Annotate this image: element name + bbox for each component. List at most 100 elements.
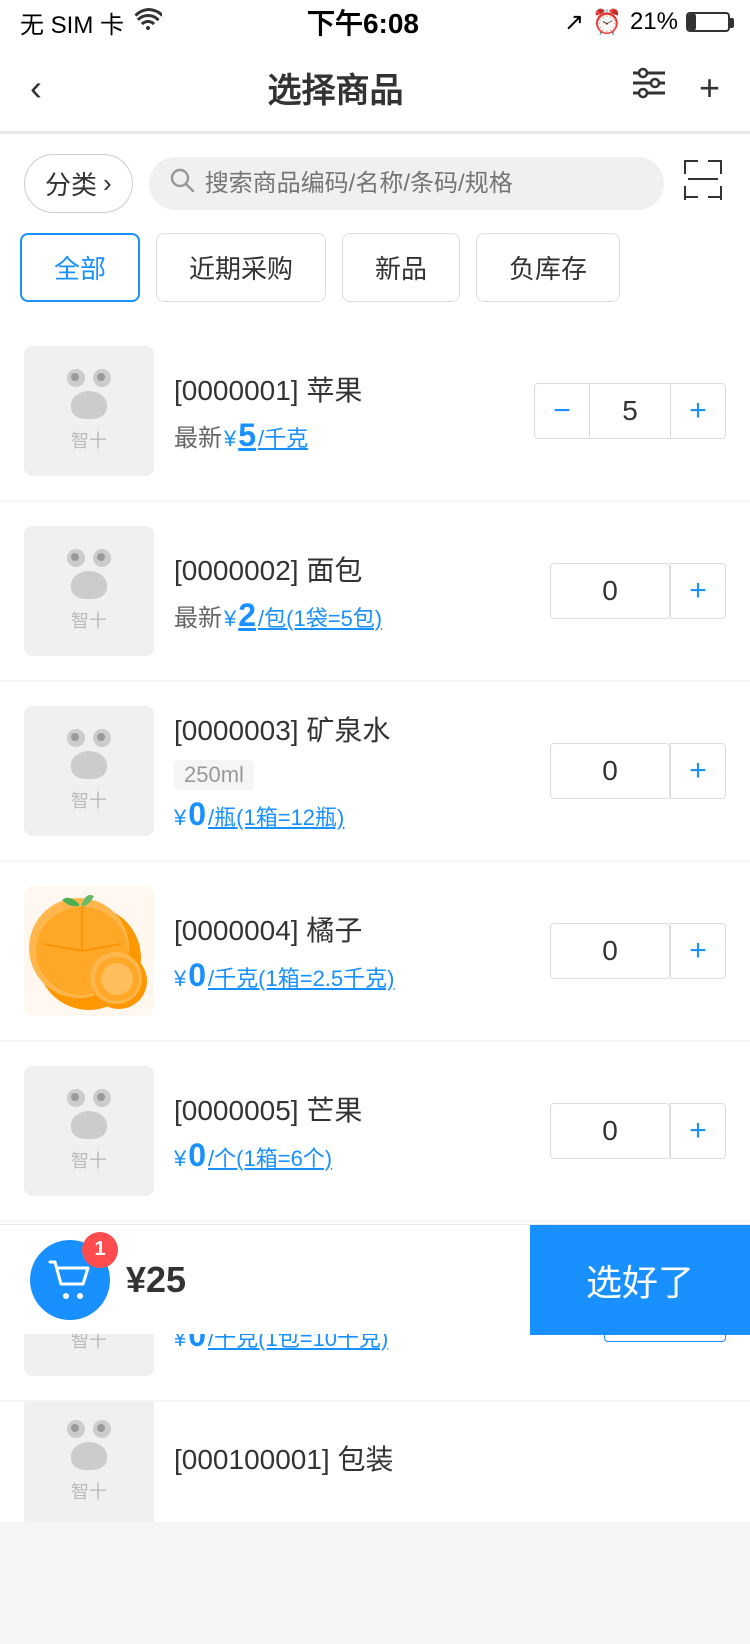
placeholder-logo: 智十 [67, 1089, 111, 1173]
price-amount: 2 [238, 597, 256, 634]
product-info: [000100001] 包装 [174, 1438, 726, 1486]
product-name: [000100001] 包装 [174, 1438, 726, 1478]
list-item: 智十 [0000001] 苹果 最新 ¥ 5 /千克 − + [0, 322, 750, 500]
price-unit: /千克 [258, 421, 308, 453]
status-time: 下午6:08 [307, 2, 419, 42]
nav-actions: + [629, 65, 720, 110]
price-amount: 5 [238, 417, 256, 454]
cart-section: 1 ¥25 [0, 1240, 530, 1320]
location-icon: ↗ [564, 8, 584, 37]
quantity-control: + [550, 923, 726, 979]
placeholder-logo: 智十 [67, 1420, 111, 1504]
filter-icon[interactable] [629, 65, 669, 110]
currency-symbol: ¥ [224, 606, 236, 632]
quantity-input[interactable] [550, 1103, 670, 1159]
list-item: 智十 [0000005] 芒果 ¥ 0 /个(1箱=6个) + [0, 1042, 750, 1220]
category-button[interactable]: 分类 › [24, 154, 133, 213]
search-input[interactable] [205, 170, 644, 198]
add-icon[interactable]: + [699, 67, 720, 109]
price-unit: /千克(1箱=2.5千克) [208, 961, 394, 993]
product-name: [0000001] 苹果 [174, 369, 514, 409]
product-image [24, 886, 154, 1016]
product-name: [0000002] 面包 [174, 549, 530, 589]
confirm-button[interactable]: 选好了 [530, 1225, 750, 1335]
quantity-control: + [550, 563, 726, 619]
list-item: 智十 [0000003] 矿泉水 250ml ¥ 0 /瓶(1箱=12瓶) + [0, 682, 750, 860]
price-line: ¥ 0 /个(1箱=6个) [174, 1137, 530, 1174]
placeholder-logo: 智十 [67, 369, 111, 453]
plus-button[interactable]: + [670, 743, 726, 799]
product-name: [0000005] 芒果 [174, 1089, 530, 1129]
placeholder-logo: 智十 [67, 729, 111, 813]
price-latest-label: 最新 [174, 418, 222, 453]
product-spec: 250ml [174, 760, 254, 790]
cart-total: ¥25 [126, 1259, 186, 1301]
quantity-control: − + [534, 383, 726, 439]
price-amount: 0 [188, 1137, 206, 1174]
carrier-text: 无 SIM 卡 [20, 5, 124, 40]
product-info: [0000005] 芒果 ¥ 0 /个(1箱=6个) [174, 1089, 530, 1174]
search-icon [169, 167, 195, 200]
plus-button[interactable]: + [670, 563, 726, 619]
list-item: [0000004] 橘子 ¥ 0 /千克(1箱=2.5千克) + [0, 862, 750, 1040]
currency-symbol: ¥ [174, 1146, 186, 1172]
tab-negative[interactable]: 负库存 [476, 233, 620, 302]
price-line: 最新 ¥ 5 /千克 [174, 417, 514, 454]
product-name: [0000003] 矿泉水 [174, 709, 530, 749]
currency-symbol: ¥ [224, 426, 236, 452]
product-info: [0000002] 面包 最新 ¥ 2 /包(1袋=5包) [174, 549, 530, 634]
price-line: ¥ 0 /千克(1箱=2.5千克) [174, 957, 530, 994]
filter-bar: 分类 › [0, 134, 750, 233]
quantity-input[interactable] [550, 923, 670, 979]
quantity-control: + [550, 743, 726, 799]
battery-bar [686, 12, 730, 32]
status-bar: 无 SIM 卡 下午6:08 ↗ ⏰ 21% [0, 0, 750, 44]
product-image: 智十 [24, 1066, 154, 1196]
alarm-icon: ⏰ [592, 8, 622, 37]
status-right: ↗ ⏰ 21% [564, 8, 730, 37]
price-line: 最新 ¥ 2 /包(1袋=5包) [174, 597, 530, 634]
battery-text: 21% [630, 8, 678, 36]
back-button[interactable]: ‹ [30, 67, 42, 109]
plus-button[interactable]: + [670, 383, 726, 439]
quantity-control: + [550, 1103, 726, 1159]
product-image: 智十 [24, 1402, 154, 1522]
product-image: 智十 [24, 346, 154, 476]
quantity-input[interactable] [590, 383, 670, 439]
product-list: 智十 [0000001] 苹果 最新 ¥ 5 /千克 − + 智十 [0, 322, 750, 1644]
price-unit: /瓶(1箱=12瓶) [208, 800, 344, 832]
scan-icon[interactable] [680, 156, 726, 211]
tab-new[interactable]: 新品 [342, 233, 460, 302]
tab-recent[interactable]: 近期采购 [156, 233, 326, 302]
price-latest-label: 最新 [174, 598, 222, 633]
price-amount: 0 [188, 796, 206, 833]
minus-button[interactable]: − [534, 383, 590, 439]
quantity-input[interactable] [550, 743, 670, 799]
wifi-icon [134, 8, 162, 37]
cart-button[interactable]: 1 [30, 1240, 110, 1320]
price-unit: /包(1袋=5包) [258, 601, 382, 633]
product-info: [0000003] 矿泉水 250ml ¥ 0 /瓶(1箱=12瓶) [174, 709, 530, 833]
currency-symbol: ¥ [174, 805, 186, 831]
product-name: [0000004] 橘子 [174, 909, 530, 949]
chevron-right-icon: › [103, 168, 112, 199]
product-info: [0000004] 橘子 ¥ 0 /千克(1箱=2.5千克) [174, 909, 530, 994]
quantity-input[interactable] [550, 563, 670, 619]
cart-badge: 1 [82, 1232, 118, 1268]
plus-button[interactable]: + [670, 923, 726, 979]
plus-button[interactable]: + [670, 1103, 726, 1159]
currency-symbol: ¥ [174, 966, 186, 992]
product-image: 智十 [24, 526, 154, 656]
price-unit: /个(1箱=6个) [208, 1141, 332, 1173]
placeholder-logo: 智十 [67, 549, 111, 633]
price-amount: 0 [188, 957, 206, 994]
list-item: 智十 [000100001] 包装 [0, 1402, 750, 1522]
tab-all[interactable]: 全部 [20, 233, 140, 302]
category-label: 分类 [45, 165, 97, 202]
nav-bar: ‹ 选择商品 + [0, 44, 750, 132]
tab-bar: 全部 近期采购 新品 负库存 [0, 233, 750, 322]
price-line: ¥ 0 /瓶(1箱=12瓶) [174, 796, 530, 833]
list-item: 智十 [0000002] 面包 最新 ¥ 2 /包(1袋=5包) + [0, 502, 750, 680]
search-box [149, 157, 664, 210]
product-info: [0000001] 苹果 最新 ¥ 5 /千克 [174, 369, 514, 454]
